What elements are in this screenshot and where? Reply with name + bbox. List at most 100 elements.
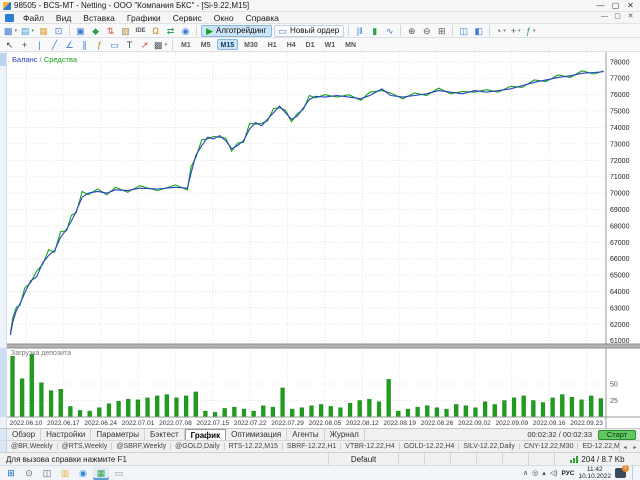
maximize-button[interactable]: ▢ [609,1,622,11]
panel-splitter[interactable] [0,344,640,348]
language-indicator[interactable]: РУС [561,470,574,477]
connect-icon[interactable]: ⇄ [164,25,177,37]
timeframe-button-w1[interactable]: W1 [321,39,340,50]
action-center-icon[interactable]: 1 [615,465,629,478]
volume-icon[interactable]: ◁) [550,469,558,477]
taskbar-clock[interactable]: 11:42 10.10.2022 [578,466,611,480]
community-icon[interactable]: ◉ [179,25,192,37]
task-view-icon[interactable]: ◫ [39,467,55,480]
tester-tab[interactable]: Обзор [7,429,42,440]
close-button[interactable]: ✕ [624,1,637,11]
chart-minimize-button[interactable]: — [599,13,610,22]
timeframe-button-m5[interactable]: M5 [197,39,215,50]
symbol-tab[interactable]: @RTS,Weekly [58,443,113,450]
chart-close-button[interactable]: ✕ [625,13,636,22]
crosshair-menu-icon[interactable]: + ▾ [509,25,522,37]
angle-trendline-icon[interactable]: ∠ [63,39,76,51]
navigator-icon[interactable]: ◆ [89,25,102,37]
algo-trading-button[interactable]: ▶ Алготрейдинг [201,24,272,37]
symbol-tab[interactable]: SILV-12.22,Daily [459,443,520,450]
tester-tab[interactable]: Настройки [41,429,92,440]
timeframe-button-h1[interactable]: H1 [264,39,281,50]
fibonacci-icon[interactable]: ƒ [93,39,106,51]
cascade-windows-icon[interactable]: ◧ [472,25,485,37]
trendline-icon[interactable]: ╱ [48,39,61,51]
buy-sell-icon[interactable]: ⇅ [104,25,117,37]
indicators-icon[interactable]: ƒ ▾ [524,25,537,37]
symbol-tab[interactable]: GOLD-12.22,H4 [400,443,460,450]
start-button[interactable]: Старт [598,429,636,440]
profiles-icon[interactable]: ▤ ▾ [20,25,35,37]
menu-item[interactable]: Окно [208,13,240,23]
tester-tabs-grip[interactable] [0,428,7,441]
browser-icon[interactable]: ◉ [75,467,91,480]
terminal-icon[interactable]: ▣ [74,25,87,37]
menu-item[interactable]: Вид [50,13,77,23]
symbol-tab[interactable]: SBRF-12.22,H1 [283,443,342,450]
timeframe-button-h4[interactable]: H4 [283,39,300,50]
symbol-tab[interactable]: @GOLD,Daily [171,443,225,450]
symbol-tab[interactable]: @BR,Weekly [7,443,58,450]
scroll-right-icon[interactable]: ▸ [630,444,640,451]
symbol-tabs-grip[interactable] [0,441,7,452]
tester-tab[interactable]: Агенты [287,429,325,440]
tester-tab[interactable]: График [184,429,227,440]
menu-item[interactable]: Вставка [77,13,121,23]
tester-tab[interactable]: Параметры [91,429,145,440]
bar-chart-icon[interactable]: |‖ [353,25,366,37]
menu-item[interactable]: Графики [121,13,167,23]
all-objects-icon[interactable]: ▩ ▾ [153,39,168,51]
tray-expand-icon[interactable]: ∧ [523,469,528,477]
tester-tab[interactable]: Бэктест [145,429,185,440]
symbol-tab[interactable]: @SBRF,Weekly [112,443,172,450]
tile-windows-icon[interactable]: ◫ [457,25,470,37]
tray-status-icon[interactable]: ◎ [532,469,538,477]
timeframe-button-m30[interactable]: M30 [240,39,262,50]
data-window-icon[interactable]: ⊡ [52,25,65,37]
chart-system-menu-icon[interactable] [5,13,14,22]
start-button[interactable]: ⊞ [3,467,19,480]
ide-icon[interactable]: IDE [134,25,147,37]
market-watch-icon[interactable]: ▦ [37,25,50,37]
market-icon[interactable]: ▧ [119,25,132,37]
text-icon[interactable]: T [123,39,136,51]
line-chart-icon[interactable]: ∿ [383,25,396,37]
symbol-tab[interactable]: VTBR-12.22,H4 [341,443,400,450]
scroll-left-icon[interactable]: ◂ [620,444,630,451]
tester-chart[interactable]: 78000 77000 76000 75000 74000 73000 72000 71000… [0,52,640,428]
file-explorer-icon[interactable]: ▥ [57,467,73,480]
grid-icon[interactable]: ⊞ [435,25,448,37]
zoom-out-icon[interactable]: ⊖ [420,25,433,37]
menu-item[interactable]: Файл [17,13,50,23]
chart-restore-button[interactable]: ▢ [612,13,623,22]
tester-panel-grip[interactable] [0,52,7,428]
symbol-tab[interactable]: RTS-12.22,M15 [225,443,283,450]
candlestick-chart-icon[interactable]: ▮ [368,25,381,37]
arrow-object-icon[interactable]: ↗ [138,39,151,51]
status-profile[interactable]: Default [328,452,398,466]
chart-canvas[interactable]: 78000 77000 76000 75000 74000 73000 72000 71000… [0,52,640,428]
timeframe-button-d1[interactable]: D1 [302,39,319,50]
pinned-app-icon[interactable]: ▭ [111,467,127,480]
shapes-icon[interactable]: ▭ [108,39,121,51]
show-desktop-button[interactable] [632,465,635,480]
new-chart-icon[interactable]: ▩ ▾ [3,25,18,37]
search-icon[interactable]: ⊙ [21,467,37,480]
tester-tab[interactable]: Журнал [325,429,365,440]
tester-tab[interactable]: Оптимизация [226,429,288,440]
cursor-icon[interactable]: ↖ [3,39,16,51]
crosshair-icon[interactable]: + [18,39,31,51]
lock-icon[interactable]: Ω [149,25,162,37]
menu-item[interactable]: Сервис [167,13,208,23]
menu-item[interactable]: Справка [240,13,285,23]
symbol-tab[interactable]: CNY-12.22,M30 [520,443,579,450]
channel-icon[interactable]: ∥ [78,39,91,51]
autoscroll-icon[interactable]: ◔ ▾ [494,25,507,37]
timeframe-button-mn[interactable]: MN [341,39,360,50]
zoom-in-icon[interactable]: ⊕ [405,25,418,37]
vertical-line-icon[interactable]: | [33,39,46,51]
new-order-button[interactable]: ▭ Новый ордер [273,24,345,37]
minimize-button[interactable]: — [594,1,607,11]
timeframe-button-m1[interactable]: M1 [177,39,195,50]
network-icon[interactable]: ▴ [542,469,546,477]
